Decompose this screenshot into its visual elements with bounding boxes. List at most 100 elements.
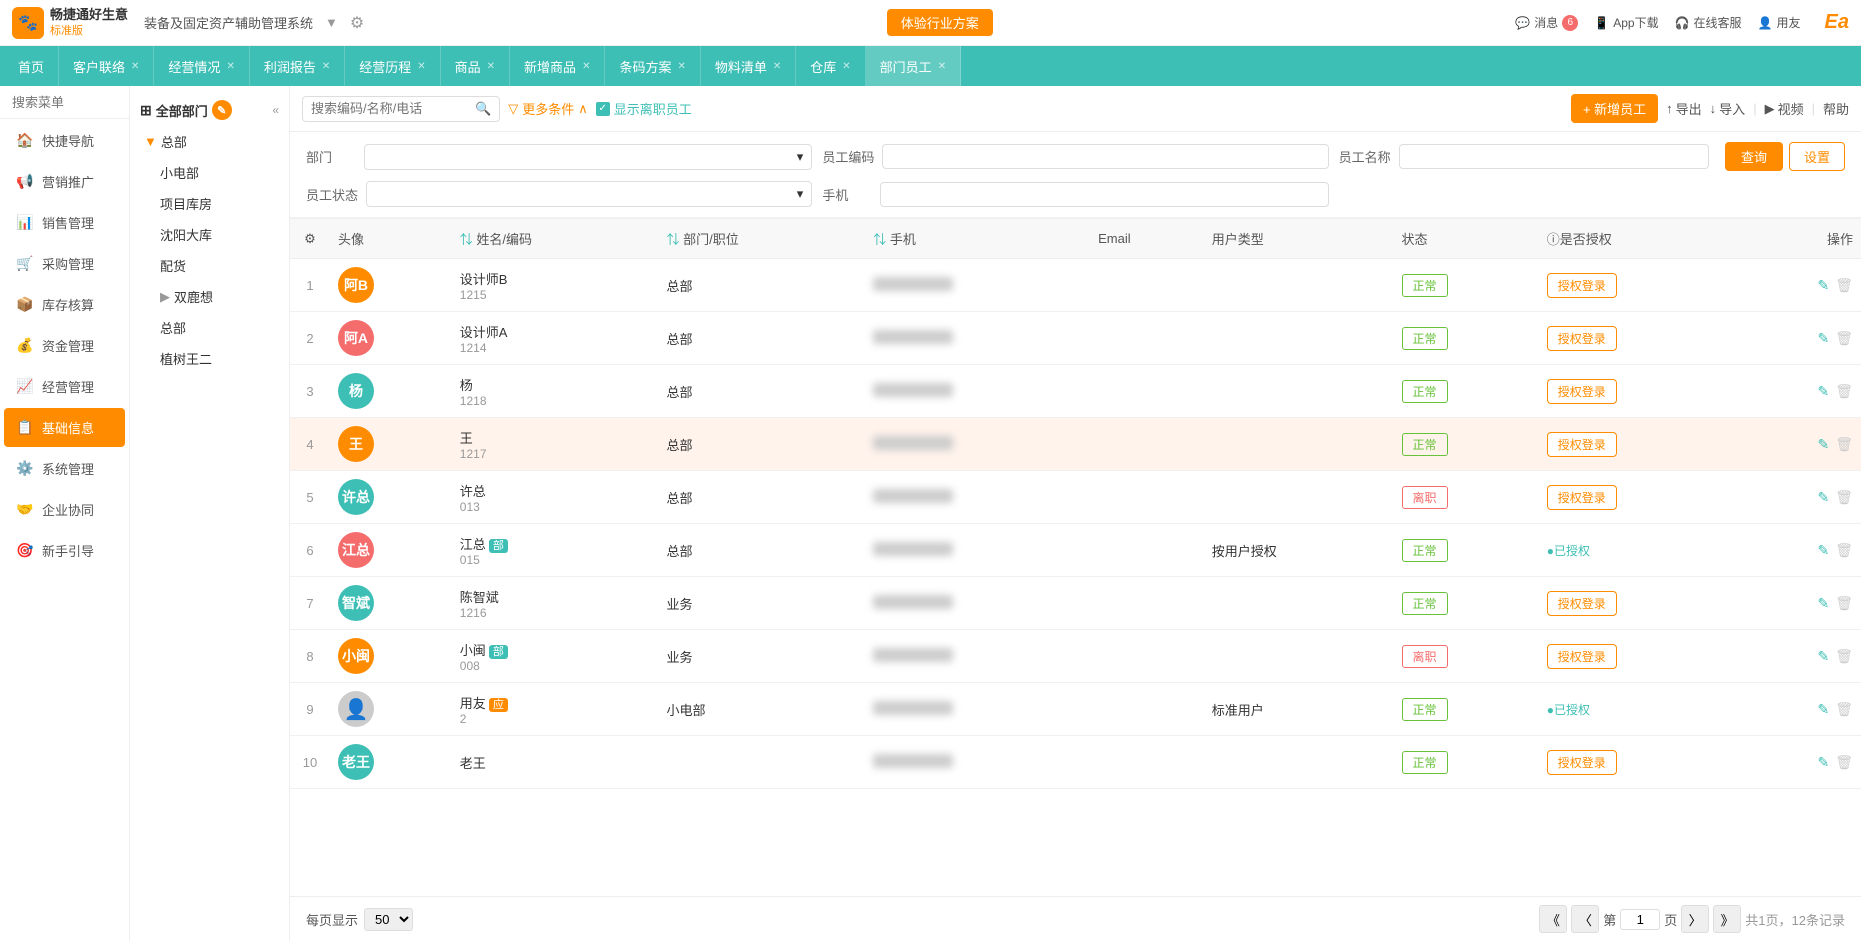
tab-operation[interactable]: 经营情况✕ [154, 46, 249, 86]
view-btn[interactable]: ▶ 视频 [1765, 99, 1804, 118]
edit-btn[interactable]: ✎ [1817, 648, 1829, 665]
close-icon[interactable]: ✕ [677, 61, 685, 72]
edit-btn[interactable]: ✎ [1817, 383, 1829, 400]
dept-edit-btn[interactable]: ✎ [212, 100, 232, 120]
emp-code-field[interactable] [891, 149, 1319, 164]
sidebar-item-operations[interactable]: 📈 经营管理 [4, 367, 125, 406]
delete-btn[interactable]: 🗑 [1835, 595, 1853, 612]
show-resigned-btn[interactable]: ✓ 显示离职员工 [596, 99, 692, 118]
edit-btn[interactable]: ✎ [1817, 595, 1829, 612]
close-icon[interactable]: ✕ [938, 61, 946, 72]
set-btn[interactable]: 设置 [1789, 142, 1845, 171]
first-page-btn[interactable]: 《 [1539, 905, 1567, 933]
online-support-btn[interactable]: 🎧 在线客服 [1675, 14, 1742, 31]
tab-employees[interactable]: 部门员工✕ [866, 46, 961, 86]
close-icon[interactable]: ✕ [842, 61, 850, 72]
search-emp-input[interactable] [311, 101, 471, 116]
auth-login-btn[interactable]: 授权登录 [1547, 326, 1617, 351]
tab-goods[interactable]: 商品✕ [441, 46, 510, 86]
auth-login-btn[interactable]: 授权登录 [1547, 750, 1617, 775]
delete-btn[interactable]: 🗑 [1835, 701, 1853, 718]
emp-name-input[interactable] [1399, 144, 1709, 169]
col-settings[interactable]: ⚙ [290, 219, 330, 259]
page-input[interactable] [1620, 909, 1660, 930]
tab-home[interactable]: 首页 [8, 46, 59, 86]
tab-history[interactable]: 经营历程✕ [345, 46, 440, 86]
try-industry-btn[interactable]: 体验行业方案 [887, 9, 993, 36]
dept-item-projectroom[interactable]: 项目库房 [130, 188, 289, 219]
delete-btn[interactable]: 🗑 [1835, 754, 1853, 771]
last-page-btn[interactable]: 》 [1713, 905, 1741, 933]
close-icon[interactable]: ✕ [322, 61, 330, 72]
emp-code-input[interactable] [882, 144, 1328, 169]
dept-select[interactable]: ▾ [364, 144, 812, 170]
edit-btn[interactable]: ✎ [1817, 277, 1829, 294]
tab-customer[interactable]: 客户联络✕ [59, 46, 154, 86]
edit-btn[interactable]: ✎ [1817, 542, 1829, 559]
delete-btn[interactable]: 🗑 [1835, 542, 1853, 559]
sidebar-item-system[interactable]: ⚙️ 系统管理 [4, 449, 125, 488]
dropdown-icon[interactable]: ▼ [325, 15, 338, 30]
tab-barcode[interactable]: 条码方案✕ [605, 46, 700, 86]
edit-btn[interactable]: ✎ [1817, 436, 1829, 453]
more-conditions-btn[interactable]: ▽ 更多条件 ∧ [508, 99, 588, 118]
sidebar-item-finance[interactable]: 💰 资金管理 [4, 326, 125, 365]
sidebar-item-sales[interactable]: 📊 销售管理 [4, 203, 125, 242]
sidebar-item-basic[interactable]: 📋 基础信息 [4, 408, 125, 447]
prev-page-btn[interactable]: 〈 [1571, 905, 1599, 933]
close-icon[interactable]: ✕ [487, 61, 495, 72]
delete-btn[interactable]: 🗑 [1835, 436, 1853, 453]
user-btn[interactable]: 👤 用友 [1758, 14, 1801, 31]
page-size-select[interactable]: 50 [364, 908, 413, 931]
sidebar-item-guide[interactable]: 🎯 新手引导 [4, 531, 125, 570]
edit-btn[interactable]: ✎ [1817, 489, 1829, 506]
close-icon[interactable]: ✕ [226, 61, 234, 72]
auth-login-btn[interactable]: 授权登录 [1547, 273, 1617, 298]
edit-btn[interactable]: ✎ [1817, 330, 1829, 347]
dept-item-hq2[interactable]: 总部 [130, 312, 289, 343]
sidebar-search[interactable]: 🔍 [0, 86, 129, 119]
dept-item-electronics[interactable]: 小电部 [130, 157, 289, 188]
delete-btn[interactable]: 🗑 [1835, 277, 1853, 294]
auth-login-btn[interactable]: 授权登录 [1547, 379, 1617, 404]
tab-profit[interactable]: 利润报告✕ [250, 46, 345, 86]
next-page-btn[interactable]: 〉 [1681, 905, 1709, 933]
auth-login-btn[interactable]: 授权登录 [1547, 485, 1617, 510]
auth-login-btn[interactable]: 授权登录 [1547, 432, 1617, 457]
sidebar-item-collab[interactable]: 🤝 企业协同 [4, 490, 125, 529]
dept-item-zhishu[interactable]: 植树王二 [130, 343, 289, 374]
status-select[interactable]: ▾ [366, 181, 812, 207]
close-icon[interactable]: ✕ [417, 61, 425, 72]
auth-login-btn[interactable]: 授权登录 [1547, 644, 1617, 669]
help-btn[interactable]: 帮助 [1823, 99, 1849, 118]
dept-item-headquarters[interactable]: ▼ 总部 [130, 126, 289, 157]
tab-add-goods[interactable]: 新增商品✕ [510, 46, 605, 86]
app-download-btn[interactable]: 📱 App下载 [1594, 14, 1658, 31]
close-icon[interactable]: ✕ [582, 61, 590, 72]
dept-item-shenyang[interactable]: 沈阳大库 [130, 219, 289, 250]
gear-icon[interactable]: ⚙ [350, 13, 364, 33]
phone-input[interactable] [880, 182, 1328, 207]
dept-collapse-btn[interactable]: « [272, 103, 279, 117]
tab-bom[interactable]: 物料清单✕ [701, 46, 796, 86]
message-btn[interactable]: 💬 消息 6 [1515, 14, 1578, 31]
sidebar-item-purchase[interactable]: 🛒 采购管理 [4, 244, 125, 283]
import-btn[interactable]: ↓ 导入 [1710, 99, 1746, 118]
sidebar-search-input[interactable] [12, 95, 130, 110]
edit-btn[interactable]: ✎ [1817, 701, 1829, 718]
delete-btn[interactable]: 🗑 [1835, 383, 1853, 400]
dept-item-distribution[interactable]: 配货 [130, 250, 289, 281]
add-employee-btn[interactable]: + 新增员工 [1571, 94, 1658, 123]
export-btn[interactable]: ↑ 导出 [1666, 99, 1702, 118]
delete-btn[interactable]: 🗑 [1835, 489, 1853, 506]
sidebar-item-inventory[interactable]: 📦 库存核算 [4, 285, 125, 324]
edit-btn[interactable]: ✎ [1817, 754, 1829, 771]
search-box[interactable]: 🔍 [302, 96, 500, 122]
delete-btn[interactable]: 🗑 [1835, 648, 1853, 665]
dept-item-shuluxiang[interactable]: ▶ 双鹿想 [130, 281, 289, 312]
phone-field[interactable] [889, 187, 1319, 202]
auth-login-btn[interactable]: 授权登录 [1547, 591, 1617, 616]
emp-name-field[interactable] [1408, 149, 1700, 164]
close-icon[interactable]: ✕ [773, 61, 781, 72]
delete-btn[interactable]: 🗑 [1835, 330, 1853, 347]
